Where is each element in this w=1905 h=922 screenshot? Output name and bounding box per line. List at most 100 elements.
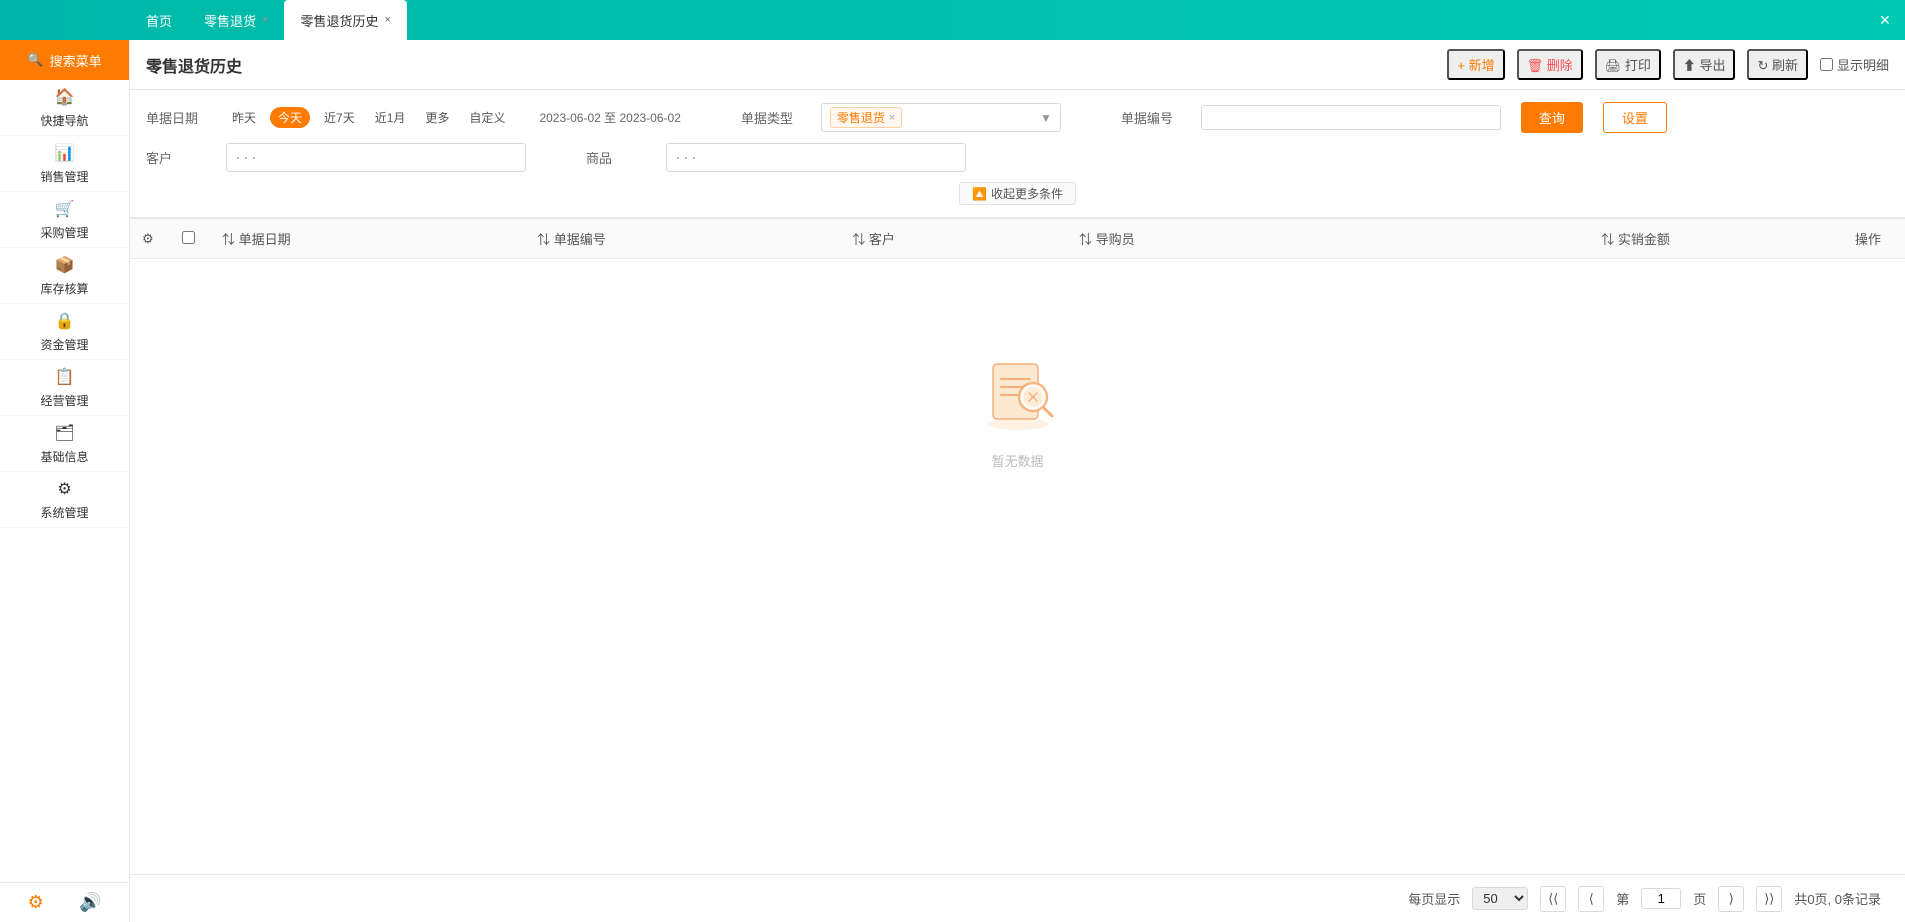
collapse-row: 🔼 收起更多条件 [146, 182, 1889, 205]
nav-label-finance-mgmt: 资金管理 [40, 336, 88, 353]
filter-area: 单据日期 昨天今天近7天近1月更多自定义 2023-06-02 至 2023-0… [130, 90, 1905, 218]
th-amount-label: ⇅ 实销金额 [1601, 232, 1670, 247]
goods-placeholder: ··· [675, 147, 699, 168]
doc-type-select[interactable]: 零售退货 × ▼ [821, 103, 1061, 132]
nav-icon-basic-info: 🗂 [54, 422, 76, 444]
sidebar-item-purchase-mgmt[interactable]: 🛒采购管理 [0, 192, 129, 248]
sidebar-item-sales-mgmt[interactable]: 📊 销售管理 [0, 136, 129, 192]
sidebar-item-finance-mgmt[interactable]: 🔒资金管理 [0, 304, 129, 360]
th-actions: 操作 [1694, 219, 1905, 259]
nav-label-system-mgmt: 系统管理 [40, 504, 88, 521]
empty-state-cell: 暂无数据 [130, 259, 1905, 551]
next-page-button[interactable]: ⟩ [1718, 886, 1744, 912]
tab-close-retail-return[interactable]: × [262, 14, 268, 26]
per-page-select[interactable]: 102050100 [1472, 887, 1528, 910]
empty-text: 暂无数据 [991, 451, 1043, 470]
doc-type-tag: 零售退货 × [830, 107, 902, 128]
nav-icon-sales-mgmt: 📊 [54, 142, 76, 164]
sidebar-nav: 🏠快捷导航 📊 销售管理 🛒采购管理📦库存核算🔒资金管理📋经营管理 🗂 基础信息 ⚙ 系统管理 [0, 80, 129, 882]
date-btn-近1月[interactable]: 近1月 [369, 107, 412, 128]
page-number-input[interactable] [1641, 888, 1681, 909]
window-close-button[interactable]: × [1865, 0, 1905, 40]
goods-label: 商品 [586, 148, 646, 167]
sidebar-item-inventory-mgmt[interactable]: 📦库存核算 [0, 248, 129, 304]
display-detail-label: 显示明细 [1837, 55, 1889, 74]
search-icon: 🔍 [27, 52, 43, 68]
customer-label: 客户 [146, 148, 206, 167]
sidebar: 🔍 搜索菜单 🏠快捷导航 📊 销售管理 🛒采购管理📦库存核算🔒资金管理📋经营管理 🗂 基础… [0, 40, 130, 922]
page-label: 页 [1693, 889, 1706, 908]
nav-icon-system-mgmt: ⚙ [54, 478, 76, 500]
print-button[interactable]: 🖨 打印 [1595, 49, 1661, 80]
nav-label-sales-mgmt: 销售管理 [40, 168, 88, 185]
sidebar-item-ops-mgmt[interactable]: 📋经营管理 [0, 360, 129, 416]
doc-number-input[interactable] [1201, 105, 1501, 130]
th-amount: ⇅ 实销金额 [1338, 219, 1694, 259]
nav-label-purchase-mgmt: 采购管理 [40, 224, 88, 241]
settings-icon[interactable]: ⚙ [28, 892, 44, 913]
doc-type-tag-label: 零售退货 [837, 109, 885, 126]
collapse-button[interactable]: 🔼 收起更多条件 [959, 182, 1076, 205]
audio-icon[interactable]: 🔊 [79, 892, 101, 913]
date-btn-今天[interactable]: 今天 [270, 107, 310, 128]
th-checkbox[interactable] [170, 219, 210, 259]
sidebar-search[interactable]: 🔍 搜索菜单 [0, 40, 129, 80]
sidebar-item-system-mgmt[interactable]: ⚙ 系统管理 [0, 472, 129, 528]
customer-select[interactable]: ··· [226, 143, 526, 172]
table-head: ⚙ ⇅ 单据日期 ⇅ 单据编号 ⇅ 客户 ⇅ 导购员 ⇅ 实销金额 操作 [130, 219, 1905, 259]
page-title: 零售退货历史 [146, 53, 242, 77]
sidebar-item-basic-info[interactable]: 🗂 基础信息 [0, 416, 129, 472]
date-btn-更多[interactable]: 更多 [419, 107, 455, 128]
total-text: 共0页, 0条记录 [1794, 889, 1881, 908]
sidebar-search-label: 搜索菜单 [50, 51, 102, 70]
last-page-button[interactable]: ⟩⟩ [1756, 886, 1782, 912]
display-detail-checkbox[interactable]: 显示明细 [1820, 55, 1889, 74]
date-btn-近7天[interactable]: 近7天 [318, 107, 361, 128]
first-page-button[interactable]: ⟨⟨ [1540, 886, 1566, 912]
tab-close-retail-return-history[interactable]: × [384, 14, 390, 26]
th-actions-label: 操作 [1855, 232, 1881, 247]
empty-state: 暂无数据 [130, 259, 1905, 550]
nav-label-basic-info: 基础信息 [40, 448, 88, 465]
per-page-label: 每页显示 [1408, 889, 1460, 908]
display-detail-input[interactable] [1820, 58, 1833, 71]
setting-button[interactable]: 设置 [1603, 102, 1667, 133]
delete-button[interactable]: 🗑 删除 [1517, 49, 1583, 80]
new-button[interactable]: + 新增 [1447, 49, 1504, 80]
tab-retail-return-history[interactable]: 零售退货历史× [284, 0, 406, 40]
nav-label-quick-nav: 快捷导航 [40, 112, 88, 129]
th-doc-date: ⇅ 单据日期 [210, 219, 525, 259]
tab-list: 首页零售退货×零售退货历史× [130, 0, 1865, 40]
export-button[interactable]: ⬆ 导出 [1673, 49, 1736, 80]
refresh-button[interactable]: ↻ 刷新 [1747, 49, 1808, 80]
table-header-row: ⚙ ⇅ 单据日期 ⇅ 单据编号 ⇅ 客户 ⇅ 导购员 ⇅ 实销金额 操作 [130, 219, 1905, 259]
sidebar-bottom: ⚙ 🔊 [0, 882, 129, 922]
date-label: 单据日期 [146, 108, 206, 127]
date-btn-昨天[interactable]: 昨天 [226, 107, 262, 128]
tab-home[interactable]: 首页 [130, 0, 188, 40]
collapse-label: 收起更多条件 [991, 185, 1063, 202]
select-all-checkbox[interactable] [182, 231, 195, 244]
main-content: 零售退货历史 + 新增 🗑 删除 🖨 打印 ⬆ 导出 ↻ 刷新 显示明细 单据日… [130, 40, 1905, 922]
filter-row-2: 客户 ··· 商品 ··· [146, 143, 1889, 172]
goods-select[interactable]: ··· [666, 143, 966, 172]
th-settings[interactable]: ⚙ [130, 219, 170, 259]
query-button[interactable]: 查询 [1521, 102, 1583, 133]
customer-placeholder: ··· [235, 147, 259, 168]
empty-state-row: 暂无数据 [130, 259, 1905, 551]
prev-page-button[interactable]: ⟨ [1578, 886, 1604, 912]
doc-type-tag-close[interactable]: × [889, 112, 895, 124]
page-label-pre: 第 [1616, 889, 1629, 908]
th-doc-number-label: ⇅ 单据编号 [537, 232, 606, 247]
th-customer: ⇅ 客户 [840, 219, 1067, 259]
sidebar-item-quick-nav[interactable]: 🏠快捷导航 [0, 80, 129, 136]
doc-number-label: 单据编号 [1121, 108, 1181, 127]
tab-retail-return[interactable]: 零售退货× [188, 0, 284, 40]
table-body: 暂无数据 [130, 259, 1905, 551]
nav-icon-inventory-mgmt: 📦 [54, 254, 76, 276]
empty-illustration [968, 339, 1068, 439]
doc-type-dropdown-icon: ▼ [1040, 111, 1052, 125]
date-range: 2023-06-02 至 2023-06-02 [539, 109, 680, 126]
date-btn-自定义[interactable]: 自定义 [463, 107, 511, 128]
nav-label-ops-mgmt: 经营管理 [40, 392, 88, 409]
